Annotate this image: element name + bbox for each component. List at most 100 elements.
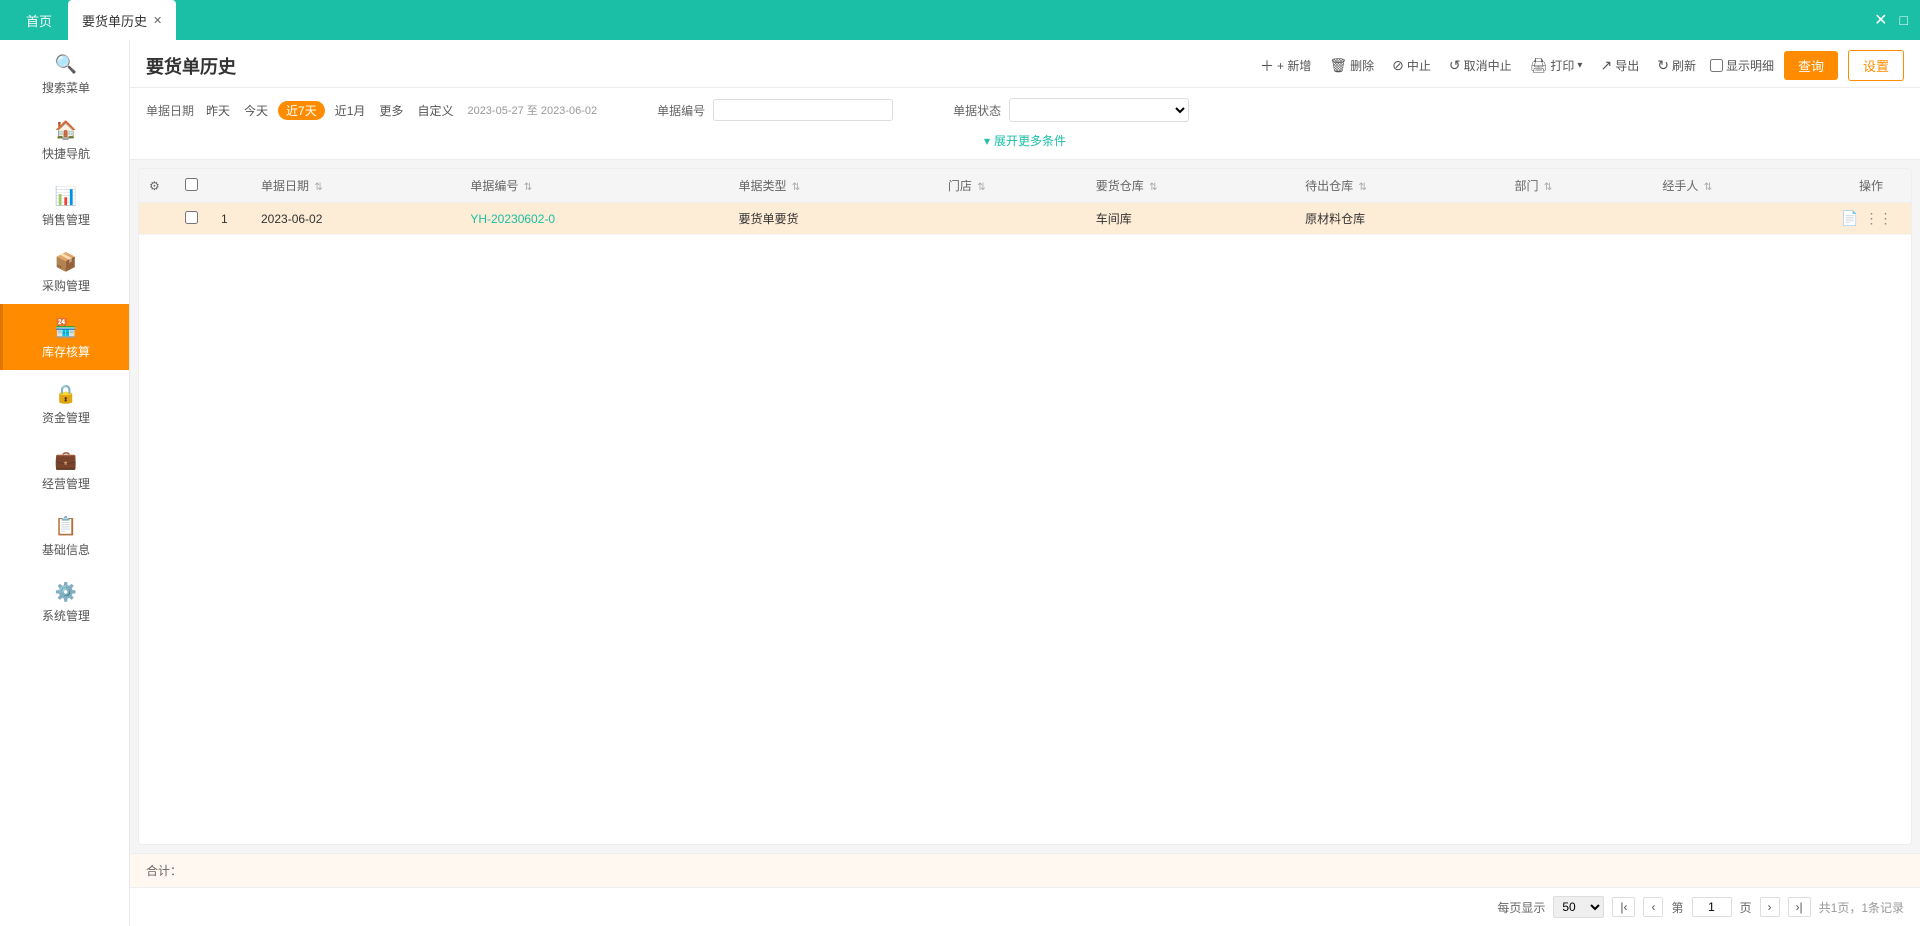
query-button[interactable]: 查询 <box>1784 51 1838 80</box>
table-body: 1 2023-06-02 YH-20230602-0 要货单要货 <box>139 203 1911 235</box>
date-btn-1month[interactable]: 近1月 <box>331 101 370 120</box>
search-menu-icon: 🔍 <box>55 54 77 75</box>
date-btn-custom[interactable]: 自定义 <box>413 101 457 120</box>
select-all-checkbox[interactable] <box>185 178 198 191</box>
date-filter-label: 单据日期 <box>146 102 194 119</box>
setting-button[interactable]: 设置 <box>1848 50 1904 81</box>
print-dropdown-icon: ▾ <box>1577 60 1582 71</box>
sidebar-item-sys-mgmt[interactable]: ⚙️ 系统管理 <box>0 568 129 634</box>
page-size-label: 每页显示 <box>1497 899 1545 916</box>
page-input[interactable] <box>1692 897 1732 917</box>
th-store: 门店 ⇅ <box>938 169 1086 203</box>
th-doc-type: 单据类型 ⇅ <box>729 169 938 203</box>
sidebar-item-label: 销售管理 <box>42 211 90 228</box>
layout: 🔍 搜索菜单 🏠 快捷导航 📊 销售管理 📦 采购管理 🏪 库存核算 🔒 资金管… <box>0 40 1920 926</box>
footer-summary: 合计： <box>130 853 1920 887</box>
expand-more-icon: ▾ <box>984 134 990 148</box>
new-button[interactable]: ＋ + 新增 <box>1256 54 1315 78</box>
pagination: 每页显示 20 50 100 200 |‹ ‹ 第 页 › ›| 共1页，1条记… <box>130 887 1920 926</box>
refresh-button[interactable]: ↻ 刷新 <box>1653 55 1700 76</box>
more-action-icon[interactable]: ⋮⋮ <box>1864 210 1892 227</box>
sort-req-warehouse-icon[interactable]: ⇅ <box>1149 182 1157 193</box>
print-icon: 🖨 <box>1530 57 1548 74</box>
sort-doc-no-icon[interactable]: ⇅ <box>524 182 532 193</box>
th-checkbox <box>175 169 211 203</box>
sidebar-item-label: 搜索菜单 <box>42 79 90 96</box>
display-detail-input[interactable] <box>1710 59 1723 72</box>
settings-gear-icon[interactable]: ⚙ <box>149 179 160 193</box>
sidebar: 🔍 搜索菜单 🏠 快捷导航 📊 销售管理 📦 采购管理 🏪 库存核算 🔒 资金管… <box>0 40 130 926</box>
date-shortcuts: 昨天 今天 近7天 近1月 更多 自定义 2023-05-27 至 2023-0… <box>202 101 597 120</box>
print-button[interactable]: 🖨 打印 ▾ <box>1526 55 1587 76</box>
next-page-button[interactable]: › <box>1760 897 1780 917</box>
date-btn-yesterday[interactable]: 昨天 <box>202 101 234 120</box>
td-settings <box>139 203 175 235</box>
doc-no-label: 单据编号 <box>657 102 705 119</box>
date-btn-today[interactable]: 今天 <box>240 101 272 120</box>
th-department: 部门 ⇅ <box>1504 169 1652 203</box>
refresh-icon: ↻ <box>1657 57 1669 74</box>
finance-mgmt-icon: 🔒 <box>55 384 77 405</box>
th-req-warehouse: 要货仓库 ⇅ <box>1086 169 1295 203</box>
tab-home[interactable]: 首页 <box>12 0 66 40</box>
sort-doc-date-icon[interactable]: ⇅ <box>314 182 322 193</box>
page-title: 要货单历史 <box>146 53 236 79</box>
sort-department-icon[interactable]: ⇅ <box>1544 182 1552 193</box>
doc-no-input[interactable] <box>713 99 893 121</box>
total-info: 共1页，1条记录 <box>1819 899 1904 916</box>
table-row: 1 2023-06-02 YH-20230602-0 要货单要货 <box>139 203 1911 235</box>
view-action-icon[interactable]: 📄 <box>1841 210 1858 227</box>
sort-store-icon[interactable]: ⇅ <box>977 182 985 193</box>
td-store <box>938 203 1086 235</box>
sidebar-item-ops-mgmt[interactable]: 💼 经营管理 <box>0 436 129 502</box>
first-page-button[interactable]: |‹ <box>1612 897 1635 917</box>
date-btn-more[interactable]: 更多 <box>375 101 407 120</box>
filter-row-1: 单据日期 昨天 今天 近7天 近1月 更多 自定义 2023-05-27 至 2… <box>146 98 1904 122</box>
export-icon: ↗ <box>1600 57 1612 74</box>
last-page-button[interactable]: ›| <box>1788 897 1811 917</box>
th-seq <box>211 169 251 203</box>
sort-handler-icon[interactable]: ⇅ <box>1704 182 1712 193</box>
th-pending-warehouse: 待出仓库 ⇅ <box>1295 169 1504 203</box>
sidebar-item-label: 库存核算 <box>42 343 90 360</box>
page-size-select[interactable]: 20 50 100 200 <box>1553 896 1604 918</box>
sidebar-item-inventory-calc[interactable]: 🏪 库存核算 <box>0 304 129 370</box>
inventory-calc-icon: 🏪 <box>55 318 77 339</box>
td-operation: 📄 ⋮⋮ <box>1831 203 1911 235</box>
table-header: ⚙ 单据日期 ⇅ 单据编号 ⇅ <box>139 169 1911 203</box>
sidebar-item-finance-mgmt[interactable]: 🔒 资金管理 <box>0 370 129 436</box>
tab-close-icon[interactable]: ✕ <box>153 14 162 27</box>
sidebar-item-purchase-mgmt[interactable]: 📦 采购管理 <box>0 238 129 304</box>
purchase-mgmt-icon: 📦 <box>55 252 77 273</box>
date-btn-7days[interactable]: 近7天 <box>278 101 325 120</box>
doc-no-link[interactable]: YH-20230602-0 <box>470 212 555 226</box>
sidebar-item-sales-mgmt[interactable]: 📊 销售管理 <box>0 172 129 238</box>
window-close-icon[interactable]: ✕ <box>1874 10 1887 30</box>
top-bar: 首页 要货单历史 ✕ ✕ □ <box>0 0 1920 40</box>
cancel-stop-icon: ↺ <box>1449 57 1461 74</box>
row-checkbox[interactable] <box>185 211 198 224</box>
td-checkbox <box>175 203 211 235</box>
sort-doc-type-icon[interactable]: ⇅ <box>792 182 800 193</box>
status-label: 单据状态 <box>953 102 1001 119</box>
window-maximize-icon[interactable]: □ <box>1900 12 1908 28</box>
td-doc-no: YH-20230602-0 <box>460 203 728 235</box>
stop-button[interactable]: ⊘ 中止 <box>1388 55 1435 76</box>
delete-button[interactable]: 🗑 删除 <box>1325 55 1378 76</box>
tab-requisition-history[interactable]: 要货单历史 ✕ <box>68 0 176 40</box>
filter-area: 单据日期 昨天 今天 近7天 近1月 更多 自定义 2023-05-27 至 2… <box>130 88 1920 160</box>
window-controls: ✕ □ <box>1874 10 1908 30</box>
expand-more-btn[interactable]: ▾ 展开更多条件 <box>146 128 1904 153</box>
sidebar-item-basic-info[interactable]: 📋 基础信息 <box>0 502 129 568</box>
sidebar-item-quick-nav[interactable]: 🏠 快捷导航 <box>0 106 129 172</box>
display-detail-checkbox[interactable]: 显示明细 <box>1710 57 1774 74</box>
cancel-stop-button[interactable]: ↺ 取消中止 <box>1445 55 1516 76</box>
sort-pending-warehouse-icon[interactable]: ⇅ <box>1358 182 1366 193</box>
export-button[interactable]: ↗ 导出 <box>1596 55 1643 76</box>
toolbar: ＋ + 新增 🗑 删除 ⊘ 中止 ↺ 取消中止 🖨 打印 <box>1256 50 1904 81</box>
th-handler: 经手人 ⇅ <box>1652 169 1831 203</box>
status-select[interactable] <box>1009 98 1189 122</box>
prev-page-button[interactable]: ‹ <box>1643 897 1663 917</box>
th-settings: ⚙ <box>139 169 175 203</box>
sidebar-item-search-menu[interactable]: 🔍 搜索菜单 <box>0 40 129 106</box>
